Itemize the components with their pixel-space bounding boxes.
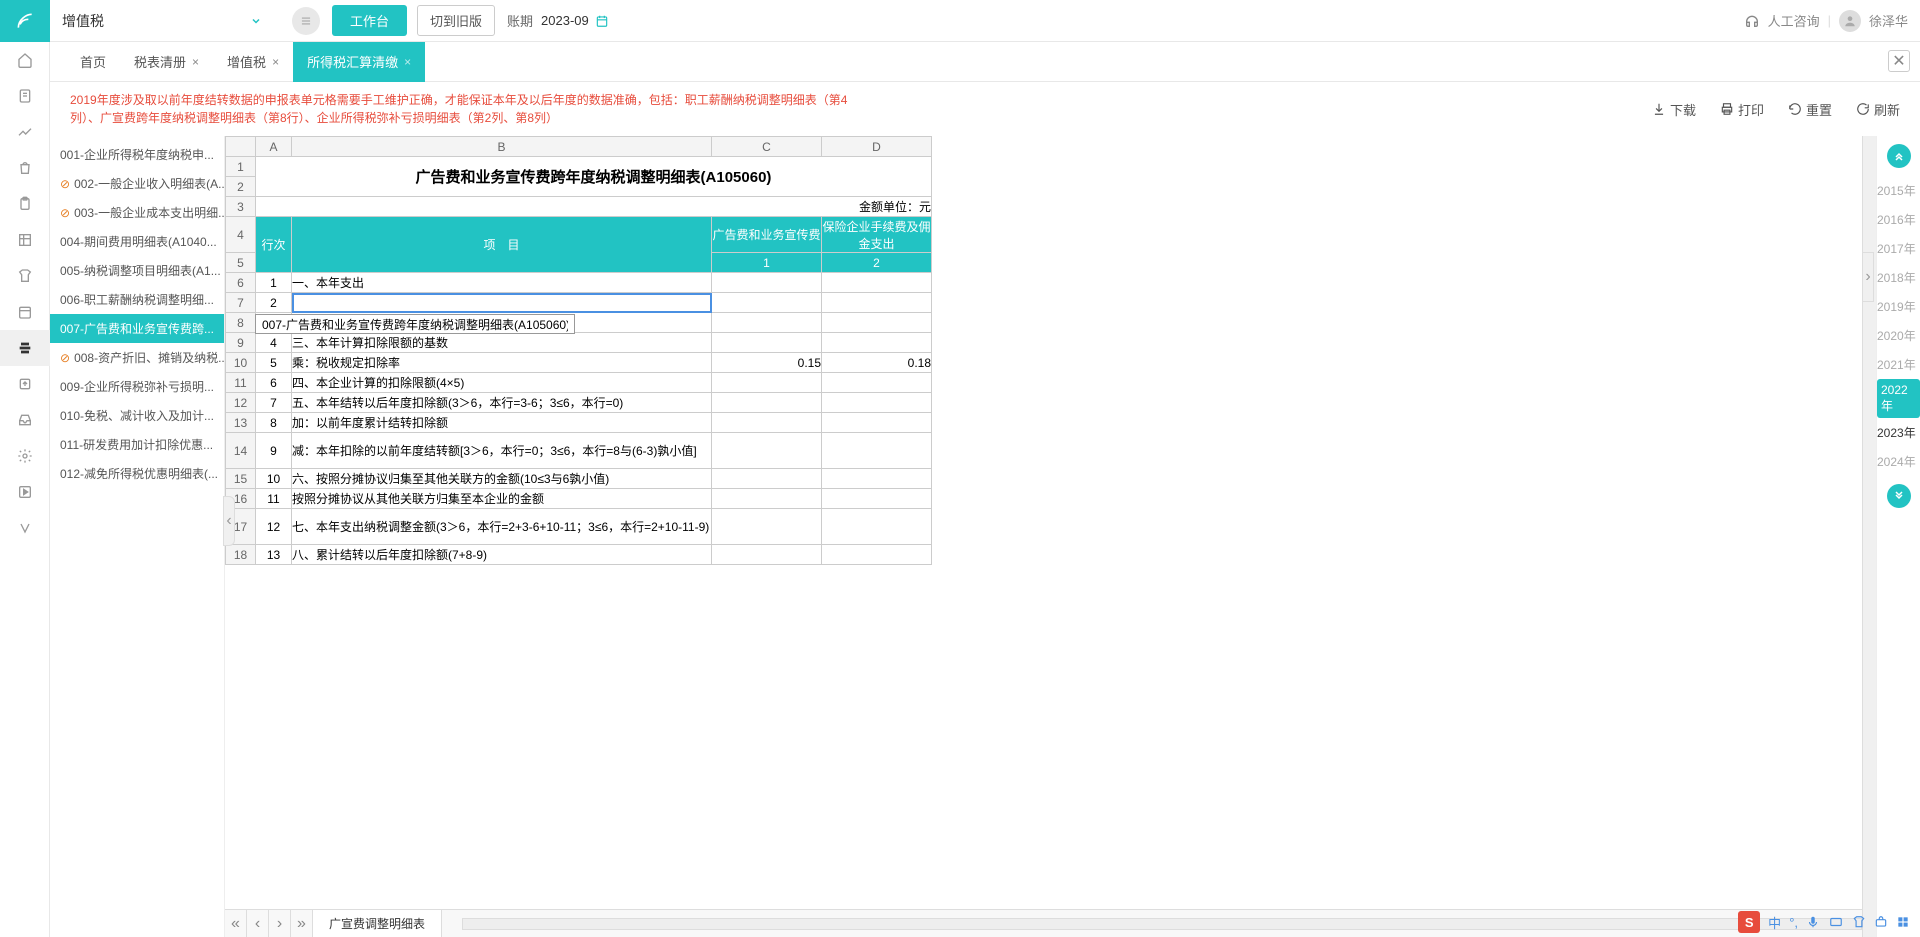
year-2024年[interactable]: 2024年 xyxy=(1877,447,1920,476)
tab-1[interactable]: 税表清册× xyxy=(120,42,213,82)
unit-label[interactable]: 金额单位：元 xyxy=(256,197,932,217)
share-icon[interactable] xyxy=(0,366,50,402)
headset-icon[interactable] xyxy=(1744,13,1760,29)
user-avatar[interactable] xyxy=(1839,10,1861,32)
year-scroll-up[interactable] xyxy=(1887,144,1911,168)
app-title: 增值税 xyxy=(62,11,104,31)
settings-icon[interactable] xyxy=(0,438,50,474)
ime-grid-icon[interactable] xyxy=(1896,915,1910,929)
sheet-tab[interactable]: 广宣费调整明细表 xyxy=(313,910,442,937)
period-calendar-icon[interactable] xyxy=(595,14,609,28)
close-all-tabs-button[interactable]: ✕ xyxy=(1888,50,1910,72)
year-2017年[interactable]: 2017年 xyxy=(1877,234,1920,263)
form-item-4[interactable]: 005-纳税调整项目明细表(A1... xyxy=(50,256,224,285)
download-button[interactable]: 下载 xyxy=(1652,100,1696,119)
inbox-icon[interactable] xyxy=(0,402,50,438)
form-item-0[interactable]: 001-企业所得税年度纳税申... xyxy=(50,140,224,169)
year-rail: 2015年2016年2017年2018年2019年2020年2021年2022年… xyxy=(1876,136,1920,937)
form-item-1[interactable]: ⊘002-一般企业收入明细表(A... xyxy=(50,169,224,198)
form-item-8[interactable]: 009-企业所得税弥补亏损明... xyxy=(50,372,224,401)
year-2015年[interactable]: 2015年 xyxy=(1877,176,1920,205)
sheet-footer: « ‹ › » 广宣费调整明细表 xyxy=(225,909,1862,937)
active-module-icon[interactable] xyxy=(0,330,50,366)
v-icon[interactable] xyxy=(0,510,50,546)
tab-0[interactable]: 首页 xyxy=(66,42,120,82)
year-2021年[interactable]: 2021年 xyxy=(1877,350,1920,379)
sheet-nav-last[interactable]: » xyxy=(291,910,313,937)
chart-icon[interactable] xyxy=(0,114,50,150)
print-button[interactable]: 打印 xyxy=(1720,100,1764,119)
form-item-10[interactable]: 011-研发费用加计扣除优惠... xyxy=(50,430,224,459)
topbar: 增值税 工作台 切到旧版 账期 2023-09 人工咨询 | 徐泽华 xyxy=(50,0,1920,42)
tab-close-icon[interactable]: × xyxy=(404,55,411,69)
form-item-3[interactable]: 004-期间费用明细表(A1040... xyxy=(50,227,224,256)
form-item-9[interactable]: 010-免税、减计收入及加计... xyxy=(50,401,224,430)
warn-icon: ⊘ xyxy=(60,206,70,220)
user-name[interactable]: 徐泽华 xyxy=(1869,11,1908,30)
left-nav-rail xyxy=(0,0,50,937)
toolbar-row: 2019年度涉及取以前年度结转数据的申报表单元格需要手工维护正确，才能保证本年及… xyxy=(50,82,1920,136)
sheet-title[interactable]: 广告费和业务宣传费跨年度纳税调整明细表(A105060) xyxy=(256,157,932,197)
tab-close-icon[interactable]: × xyxy=(272,55,279,69)
tab-close-icon[interactable]: × xyxy=(192,55,199,69)
year-2018年[interactable]: 2018年 xyxy=(1877,263,1920,292)
year-2022年[interactable]: 2022年 xyxy=(1877,379,1920,418)
round-menu-icon[interactable] xyxy=(292,7,320,35)
expand-right-handle[interactable]: › xyxy=(1862,252,1874,302)
ime-mic-icon[interactable] xyxy=(1806,915,1820,929)
app-logo[interactable] xyxy=(0,0,50,42)
bag-icon[interactable] xyxy=(0,150,50,186)
play-icon[interactable] xyxy=(0,474,50,510)
ime-punct-icon[interactable]: °, xyxy=(1789,915,1798,930)
ime-keyboard-icon[interactable] xyxy=(1828,915,1844,929)
clipboard-icon[interactable] xyxy=(0,186,50,222)
year-scroll-down[interactable] xyxy=(1887,484,1911,508)
year-2023年[interactable]: 2023年 xyxy=(1877,418,1920,447)
form-item-11[interactable]: 012-减免所得税优惠明细表(... xyxy=(50,459,224,488)
warn-icon: ⊘ xyxy=(60,351,70,365)
app-title-dropdown[interactable] xyxy=(250,15,262,27)
spreadsheet-area[interactable]: ABCD1广告费和业务宣传费跨年度纳税调整明细表(A105060)23金额单位：… xyxy=(225,136,1862,909)
doc-icon[interactable] xyxy=(0,78,50,114)
warn-icon: ⊘ xyxy=(60,177,70,191)
ime-bar: S 中 °, xyxy=(1738,911,1910,933)
reset-button[interactable]: 重置 xyxy=(1788,100,1832,119)
sheet-nav-next[interactable]: › xyxy=(269,910,291,937)
year-2020年[interactable]: 2020年 xyxy=(1877,321,1920,350)
calendar-icon[interactable] xyxy=(0,294,50,330)
year-2016年[interactable]: 2016年 xyxy=(1877,205,1920,234)
warning-text: 2019年度涉及取以前年度结转数据的申报表单元格需要手工维护正确，才能保证本年及… xyxy=(70,91,850,127)
period-value: 2023-09 xyxy=(541,13,589,28)
workbench-button[interactable]: 工作台 xyxy=(332,5,407,36)
sheet-nav-prev[interactable]: ‹ xyxy=(247,910,269,937)
form-item-5[interactable]: 006-职工薪酬纳税调整明细... xyxy=(50,285,224,314)
horizontal-scrollbar[interactable] xyxy=(462,918,1862,930)
table-icon[interactable] xyxy=(0,222,50,258)
consult-link[interactable]: 人工咨询 xyxy=(1768,11,1820,30)
tab-2[interactable]: 增值税× xyxy=(213,42,293,82)
selected-cell[interactable] xyxy=(292,293,712,313)
ime-toolbox-icon[interactable] xyxy=(1874,915,1888,929)
period-label: 账期 xyxy=(507,11,533,30)
sheet-nav-first[interactable]: « xyxy=(225,910,247,937)
home-icon[interactable] xyxy=(0,42,50,78)
cell-reference-input[interactable] xyxy=(255,314,575,334)
shirt-icon[interactable] xyxy=(0,258,50,294)
page-tabs: 首页税表清册×增值税×所得税汇算清缴× ✕ xyxy=(50,42,1920,82)
collapse-form-list-handle[interactable]: ‹ xyxy=(223,496,235,546)
form-list: 001-企业所得税年度纳税申...⊘002-一般企业收入明细表(A...⊘003… xyxy=(50,136,225,937)
year-2019年[interactable]: 2019年 xyxy=(1877,292,1920,321)
tab-3[interactable]: 所得税汇算清缴× xyxy=(293,42,425,82)
form-item-6[interactable]: 007-广告费和业务宣传费跨... xyxy=(50,314,224,343)
old-version-button[interactable]: 切到旧版 xyxy=(417,5,495,36)
ime-lang[interactable]: 中 xyxy=(1768,913,1781,932)
form-item-7[interactable]: ⊘008-资产折旧、摊销及纳税... xyxy=(50,343,224,372)
form-item-2[interactable]: ⊘003-一般企业成本支出明细... xyxy=(50,198,224,227)
ime-skin-icon[interactable] xyxy=(1852,915,1866,929)
ime-logo[interactable]: S xyxy=(1738,911,1760,933)
refresh-button[interactable]: 刷新 xyxy=(1856,100,1900,119)
